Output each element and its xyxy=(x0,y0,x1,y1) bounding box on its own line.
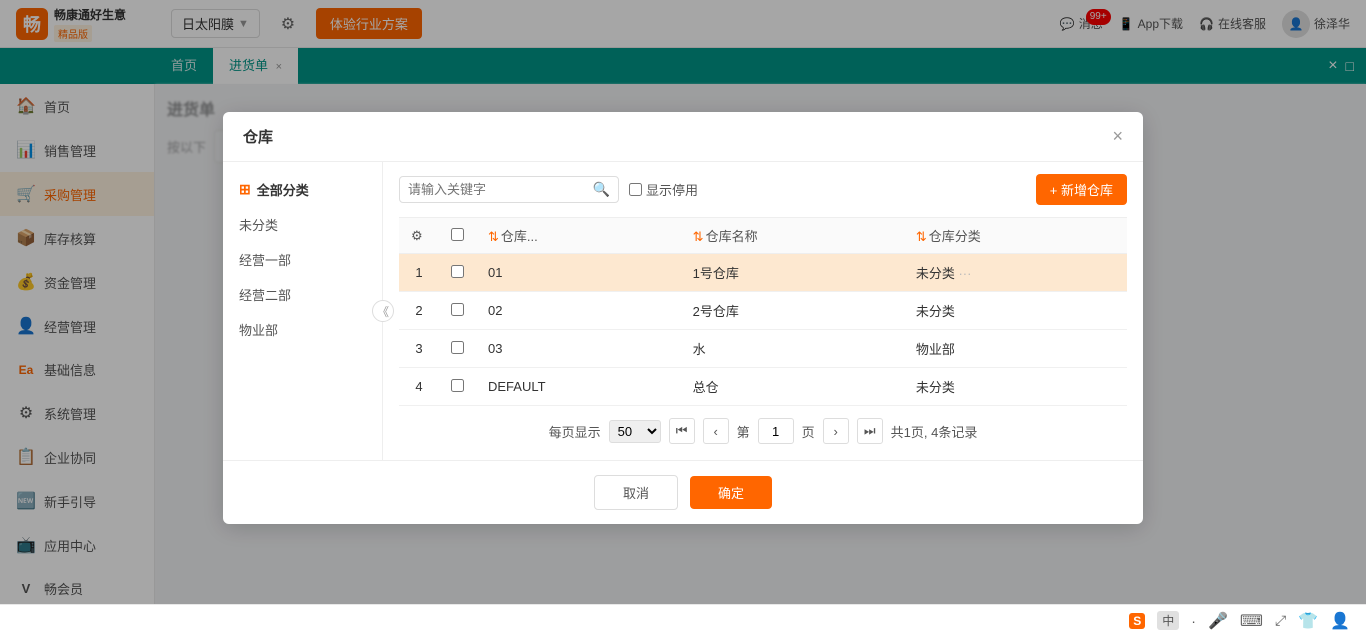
table-head: ⚙ ⇅仓库... ⇅仓库名称 ⇅仓库分类 xyxy=(399,218,1127,254)
row-code: 02 xyxy=(476,292,681,330)
th-checkbox[interactable] xyxy=(439,218,476,254)
search-input[interactable] xyxy=(408,182,593,197)
th-code[interactable]: ⇅仓库... xyxy=(476,218,681,254)
shirt-icon[interactable]: 👕 xyxy=(1298,611,1318,631)
mic-icon[interactable]: 🎤 xyxy=(1208,611,1228,631)
page-number-input[interactable] xyxy=(758,418,794,444)
row-category: 未分类 xyxy=(904,292,1127,330)
modal-header: 仓库 × xyxy=(223,112,1143,162)
warehouse-table: ⚙ ⇅仓库... ⇅仓库名称 ⇅仓库分类 1 xyxy=(399,217,1127,406)
table-row[interactable]: 4 DEFAULT 总仓 未分类 xyxy=(399,368,1127,406)
pagination-bar: 每页显示 50 10 20 100 ⏮ ‹ 第 页 › ⏭ 共1页, 4条记录 xyxy=(399,406,1127,448)
user-bottom-icon[interactable]: 👤 xyxy=(1330,611,1350,631)
row-num: 3 xyxy=(399,330,439,368)
modal-main: 🔍 显示停用 + 新增仓库 ⚙ xyxy=(383,162,1143,460)
search-box: 🔍 xyxy=(399,176,619,203)
row-code: 01 xyxy=(476,254,681,292)
th-name[interactable]: ⇅仓库名称 xyxy=(681,218,904,254)
bottom-bar: S 中 · 🎤 ⌨ ⤢ 👕 👤 xyxy=(0,604,1366,636)
row-name: 水 xyxy=(681,330,904,368)
row-checkbox[interactable] xyxy=(451,341,464,354)
show-disabled-input[interactable] xyxy=(629,183,642,196)
table-row[interactable]: 3 03 水 物业部 xyxy=(399,330,1127,368)
row-num: 2 xyxy=(399,292,439,330)
modal-close-button[interactable]: × xyxy=(1112,126,1123,147)
dot-icon: · xyxy=(1191,613,1196,629)
row-num: 1 xyxy=(399,254,439,292)
row-name: 2号仓库 xyxy=(681,292,904,330)
modal-sidebar-item-dept2[interactable]: 经营二部 xyxy=(223,277,382,312)
cancel-button[interactable]: 取消 xyxy=(594,475,678,510)
prev-page-button[interactable]: ‹ xyxy=(703,418,729,444)
modal-sidebar: ⊞ 全部分类 未分类 经营一部 经营二部 物业部 《 xyxy=(223,162,383,460)
table-body: 1 01 1号仓库 未分类 ··· 2 02 2号仓库 xyxy=(399,254,1127,406)
confirm-button[interactable]: 确定 xyxy=(690,476,772,509)
th-settings[interactable]: ⚙ xyxy=(399,218,439,254)
row-checkbox[interactable] xyxy=(451,379,464,392)
warehouse-table-container: ⚙ ⇅仓库... ⇅仓库名称 ⇅仓库分类 1 xyxy=(399,217,1127,406)
row-category: 物业部 xyxy=(904,330,1127,368)
modal-sidebar-item-uncategorized[interactable]: 未分类 xyxy=(223,207,382,242)
new-warehouse-button[interactable]: + 新增仓库 xyxy=(1036,174,1127,205)
row-checkbox[interactable] xyxy=(451,265,464,278)
search-icon[interactable]: 🔍 xyxy=(593,181,610,198)
page-total: 共1页, 4条记录 xyxy=(891,422,978,441)
row-category: 未分类 ··· xyxy=(904,254,1127,292)
row-category: 未分类 xyxy=(904,368,1127,406)
chinese-input-badge: 中 xyxy=(1157,611,1179,630)
page-size-select[interactable]: 50 10 20 100 xyxy=(609,420,661,443)
modal-sidebar-item-property[interactable]: 物业部 xyxy=(223,312,382,347)
modal-body: ⊞ 全部分类 未分类 经营一部 经营二部 物业部 《 🔍 xyxy=(223,162,1143,460)
modal-sidebar-all-categories[interactable]: ⊞ 全部分类 xyxy=(223,172,382,207)
select-all-checkbox[interactable] xyxy=(451,228,464,241)
modal-overlay: 仓库 × ⊞ 全部分类 未分类 经营一部 经营二部 物业部 《 xyxy=(0,0,1366,636)
show-disabled-checkbox[interactable]: 显示停用 xyxy=(629,180,698,199)
table-row[interactable]: 1 01 1号仓库 未分类 ··· xyxy=(399,254,1127,292)
first-page-button[interactable]: ⏮ xyxy=(669,418,695,444)
row-checkbox[interactable] xyxy=(451,303,464,316)
modal-sidebar-item-dept1[interactable]: 经营一部 xyxy=(223,242,382,277)
modal-footer: 取消 确定 xyxy=(223,460,1143,524)
row-name: 1号仓库 xyxy=(681,254,904,292)
resize-icon[interactable]: ⤢ xyxy=(1275,612,1286,629)
sidebar-collapse-button[interactable]: 《 xyxy=(372,300,394,322)
more-button[interactable]: ··· xyxy=(958,266,971,281)
row-num: 4 xyxy=(399,368,439,406)
grid-icon: ⊞ xyxy=(239,181,251,198)
th-category[interactable]: ⇅仓库分类 xyxy=(904,218,1127,254)
row-code: 03 xyxy=(476,330,681,368)
modal-toolbar: 🔍 显示停用 + 新增仓库 xyxy=(399,174,1127,205)
warehouse-modal: 仓库 × ⊞ 全部分类 未分类 经营一部 经营二部 物业部 《 xyxy=(223,112,1143,524)
s-logo: S xyxy=(1129,613,1145,629)
row-code: DEFAULT xyxy=(476,368,681,406)
row-name: 总仓 xyxy=(681,368,904,406)
next-page-button[interactable]: › xyxy=(823,418,849,444)
keyboard-icon[interactable]: ⌨ xyxy=(1240,611,1263,631)
last-page-button[interactable]: ⏭ xyxy=(857,418,883,444)
modal-title: 仓库 xyxy=(243,126,273,147)
table-row[interactable]: 2 02 2号仓库 未分类 xyxy=(399,292,1127,330)
